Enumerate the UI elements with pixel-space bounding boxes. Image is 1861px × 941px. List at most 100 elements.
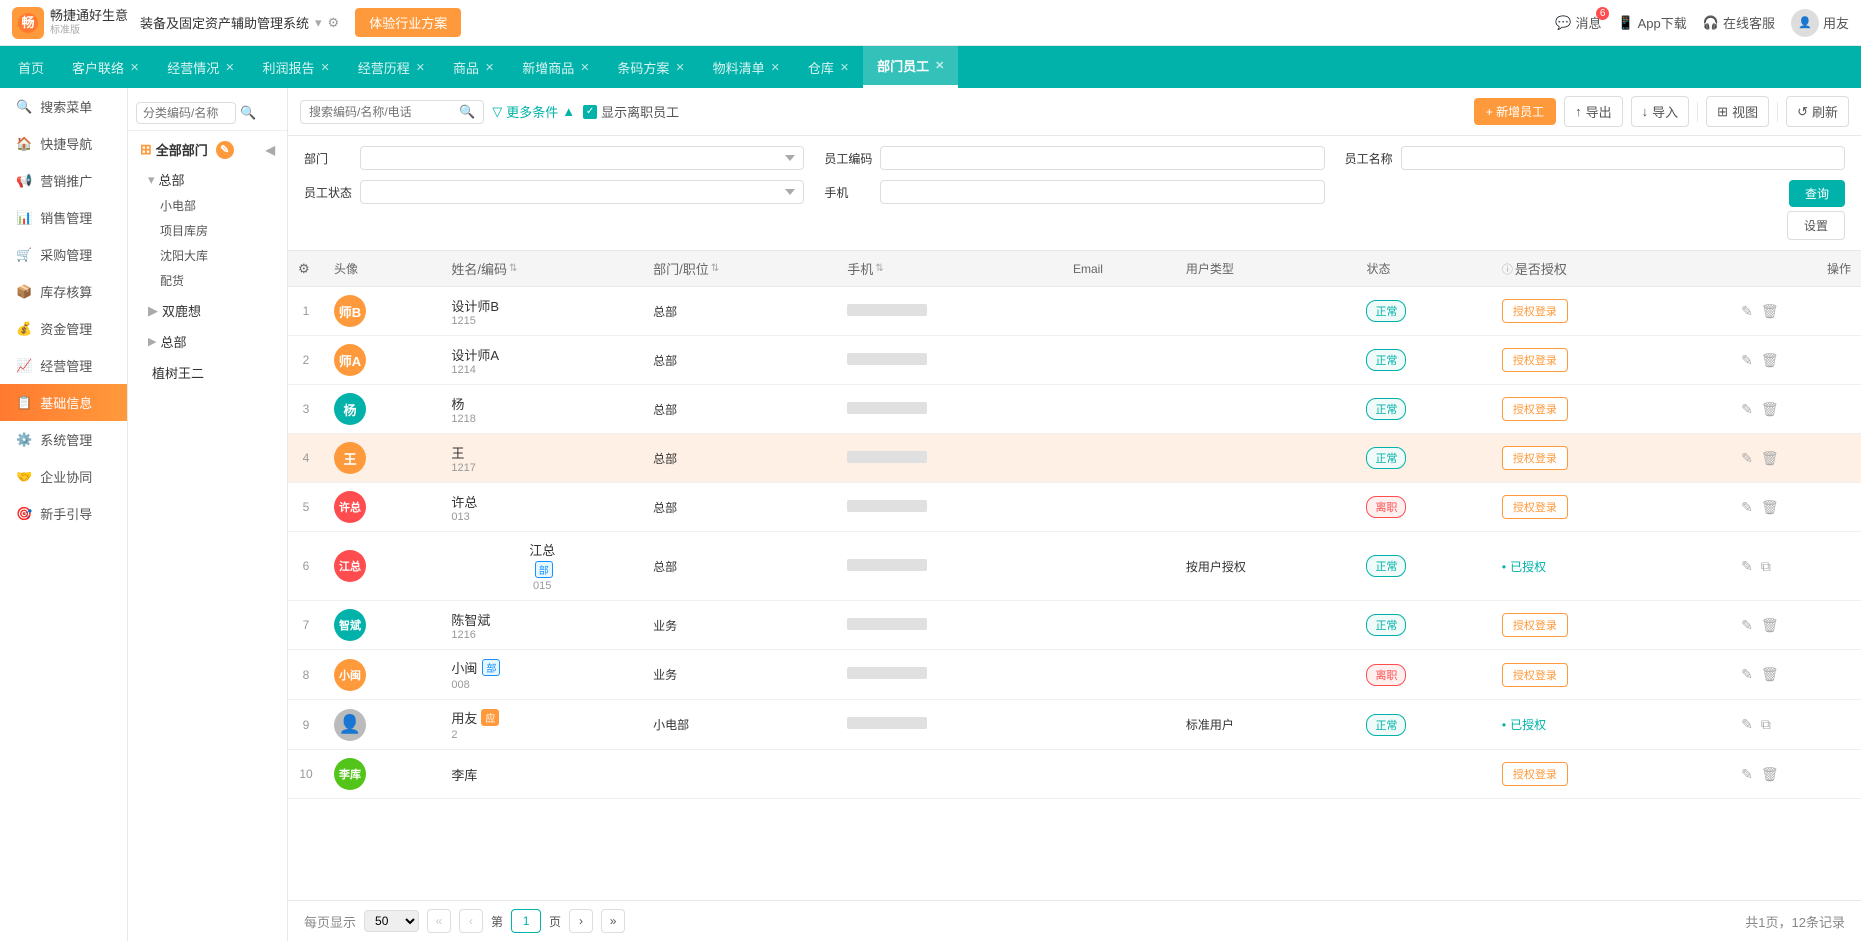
print-button[interactable]: ↺ 刷新	[1786, 96, 1849, 127]
edit-icon[interactable]: ✎	[1741, 303, 1753, 320]
empname-input[interactable]	[1401, 146, 1845, 170]
sidebar-item-system[interactable]: ⚙️ 系统管理	[0, 421, 127, 458]
close-icon[interactable]: ✕	[771, 61, 780, 74]
auth-button[interactable]: 授权登录	[1502, 663, 1568, 687]
add-employee-button[interactable]: + 新增员工	[1474, 98, 1556, 125]
import-button[interactable]: ↓ 导入	[1631, 96, 1690, 127]
search-input[interactable]	[309, 105, 459, 119]
online-service-item[interactable]: 🎧 在线客服	[1703, 13, 1775, 32]
delete-icon[interactable]: 🗑	[1761, 766, 1779, 783]
delete-icon[interactable]: 🗑	[1761, 499, 1779, 516]
tab-add-goods[interactable]: 新增商品 ✕	[508, 46, 603, 88]
dropdown-arrow-icon[interactable]: ▾	[315, 15, 322, 31]
view-button[interactable]: ⊞ 视图	[1706, 96, 1769, 127]
delete-icon[interactable]: 🗑	[1761, 666, 1779, 683]
next-next-button[interactable]: »	[601, 909, 625, 933]
tab-barcode[interactable]: 条码方案 ✕	[603, 46, 698, 88]
th-name[interactable]: 姓名/编码 ⇅	[441, 251, 643, 287]
edit-icon[interactable]: ✎	[1741, 558, 1753, 575]
delete-icon[interactable]: 🗑	[1761, 450, 1779, 467]
tab-process[interactable]: 经营历程 ✕	[344, 46, 439, 88]
dept-node-project[interactable]: 项目库房	[152, 218, 279, 243]
close-icon[interactable]: ✕	[580, 61, 589, 74]
more-conditions-button[interactable]: ▽ 更多条件 ▲	[492, 102, 575, 121]
edit-icon[interactable]: ✎	[1741, 450, 1753, 467]
th-auth[interactable]: ⓘ是否授权	[1492, 251, 1686, 287]
edit-icon[interactable]: ✎	[1741, 666, 1753, 683]
delete-icon[interactable]: 🗑	[1761, 401, 1779, 418]
th-dept[interactable]: 部门/职位 ⇅	[643, 251, 837, 287]
dept-search-input[interactable]	[136, 102, 236, 124]
sidebar-item-marketing[interactable]: 📢 营销推广	[0, 162, 127, 199]
tab-operation[interactable]: 经营情况 ✕	[153, 46, 248, 88]
phone-input[interactable]	[880, 180, 1324, 204]
sidebar-item-basic[interactable]: 📋 基础信息	[0, 384, 127, 421]
auth-button[interactable]: 授权登录	[1502, 348, 1568, 372]
delete-icon[interactable]: 🗑	[1761, 617, 1779, 634]
edit-icon[interactable]: ✎	[1741, 766, 1753, 783]
dept-group-title-zongbu[interactable]: ▶ 总部	[140, 328, 279, 355]
dept-group-title-zhishu[interactable]: 植树王二	[140, 359, 279, 386]
close-icon[interactable]: ✕	[225, 61, 234, 74]
show-resigned-toggle[interactable]: ✓ 显示离职员工	[583, 102, 679, 121]
next-button[interactable]: ›	[569, 909, 593, 933]
close-icon[interactable]: ✕	[416, 61, 425, 74]
auth-button[interactable]: 授权登录	[1502, 446, 1568, 470]
export-button[interactable]: ↑ 导出	[1564, 96, 1623, 127]
copy-icon[interactable]: ⧉	[1761, 716, 1771, 733]
delete-icon[interactable]: 🗑	[1761, 352, 1779, 369]
dept-node-shenyang[interactable]: 沈阳大库	[152, 243, 279, 268]
close-icon[interactable]: ✕	[321, 61, 330, 74]
close-icon[interactable]: ✕	[675, 61, 684, 74]
edit-icon[interactable]: ✎	[1741, 352, 1753, 369]
edit-icon[interactable]: ✎	[1741, 617, 1753, 634]
empcode-input[interactable]	[880, 146, 1324, 170]
tab-warehouse[interactable]: 仓库 ✕	[794, 46, 863, 88]
tab-employee[interactable]: 部门员工 ✕	[863, 46, 958, 88]
page-size-select[interactable]: 50 100	[364, 910, 419, 932]
sidebar-item-business[interactable]: 📈 经营管理	[0, 347, 127, 384]
sidebar-item-purchase[interactable]: 🛒 采购管理	[0, 236, 127, 273]
tab-profit[interactable]: 利润报告 ✕	[248, 46, 343, 88]
dept-group-title-head[interactable]: ▾ 总部	[140, 166, 279, 193]
sidebar-item-sales[interactable]: 📊 销售管理	[0, 199, 127, 236]
edit-icon[interactable]: ✎	[1741, 716, 1753, 733]
close-icon[interactable]: ✕	[935, 59, 944, 72]
app-download-item[interactable]: 📱 App下载	[1617, 13, 1686, 32]
sidebar-search[interactable]: 🔍 搜索菜单	[0, 88, 127, 125]
settings-icon[interactable]: ⚙	[328, 15, 340, 31]
tab-customer[interactable]: 客户联络 ✕	[58, 46, 153, 88]
edit-icon[interactable]: ✎	[1741, 499, 1753, 516]
tab-home[interactable]: 首页	[4, 46, 58, 88]
auth-button[interactable]: 授权登录	[1502, 495, 1568, 519]
sidebar-item-collab[interactable]: 🤝 企业协同	[0, 458, 127, 495]
edit-icon[interactable]: ✎	[1741, 401, 1753, 418]
prev-button[interactable]: ‹	[459, 909, 483, 933]
auth-button[interactable]: 授权登录	[1502, 397, 1568, 421]
collapse-button[interactable]: ✎	[216, 141, 234, 159]
dept-group-title-shuanglu[interactable]: ▶ 双鹿想	[140, 297, 279, 324]
sidebar-item-guide[interactable]: 🎯 新手引导	[0, 495, 127, 532]
sidebar-item-inventory[interactable]: 📦 库存核算	[0, 273, 127, 310]
auth-button[interactable]: 授权登录	[1502, 299, 1568, 323]
query-button[interactable]: 查询	[1789, 180, 1845, 207]
close-icon[interactable]: ✕	[485, 61, 494, 74]
dept-select[interactable]	[360, 146, 804, 170]
dept-node-xiaodian[interactable]: 小电部	[152, 193, 279, 218]
expand-icon[interactable]: ◀	[266, 143, 275, 157]
tab-goods[interactable]: 商品 ✕	[439, 46, 508, 88]
auth-button[interactable]: 授权登录	[1502, 762, 1568, 786]
th-settings[interactable]: ⚙	[288, 251, 324, 287]
message-item[interactable]: 💬 消息 6	[1555, 13, 1601, 32]
sidebar-item-finance[interactable]: 💰 资金管理	[0, 310, 127, 347]
dept-node-dispatch[interactable]: 配货	[152, 268, 279, 293]
prev-prev-button[interactable]: «	[427, 909, 451, 933]
dept-all-header[interactable]: ⊞ 全部部门 ✎ ◀	[136, 135, 279, 164]
th-phone[interactable]: 手机 ⇅	[837, 251, 1063, 287]
user-item[interactable]: 👤 用友	[1791, 9, 1849, 37]
close-icon[interactable]: ✕	[840, 61, 849, 74]
status-select[interactable]	[360, 180, 804, 204]
auth-button[interactable]: 授权登录	[1502, 613, 1568, 637]
close-icon[interactable]: ✕	[130, 61, 139, 74]
trial-button[interactable]: 体验行业方案	[355, 8, 461, 37]
